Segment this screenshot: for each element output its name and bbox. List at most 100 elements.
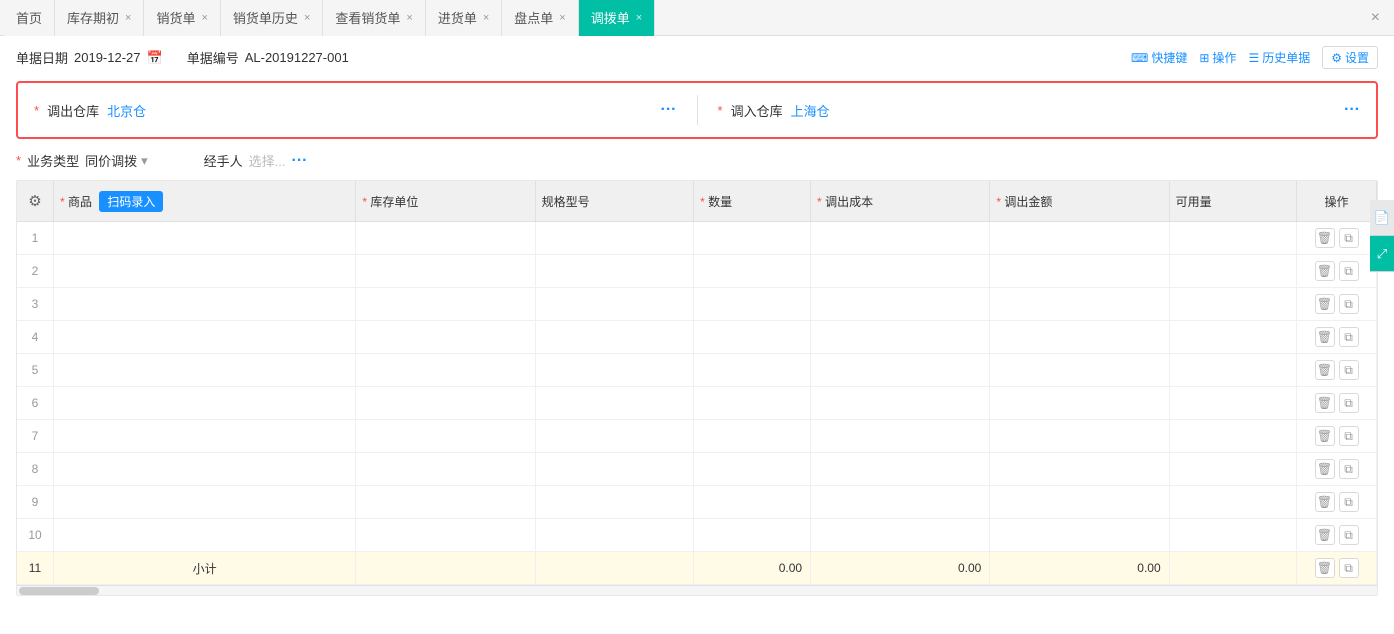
handler-input[interactable]: 选择...: [249, 151, 286, 170]
cell-cost[interactable]: [811, 420, 990, 453]
cell-quantity[interactable]: [694, 486, 811, 519]
cell-spec[interactable]: [535, 354, 693, 387]
cell-quantity[interactable]: [694, 321, 811, 354]
delete-icon[interactable]: 🗑: [1315, 327, 1335, 347]
tab-sales-history[interactable]: 销货单历史 ×: [221, 0, 323, 36]
cell-amount[interactable]: [990, 387, 1169, 420]
copy-icon[interactable]: ⧉: [1339, 327, 1359, 347]
cell-amount[interactable]: [990, 255, 1169, 288]
delete-icon[interactable]: 🗑: [1315, 360, 1335, 380]
cell-quantity[interactable]: [694, 387, 811, 420]
cell-unit[interactable]: [356, 288, 535, 321]
tab-inventory-count-close[interactable]: ×: [559, 12, 565, 24]
copy-icon[interactable]: ⧉: [1339, 525, 1359, 545]
cell-product[interactable]: [54, 222, 356, 255]
delete-icon[interactable]: 🗑: [1315, 393, 1335, 413]
cell-available[interactable]: [1169, 222, 1296, 255]
cell-quantity[interactable]: [694, 354, 811, 387]
tab-home[interactable]: 首页: [4, 0, 55, 36]
delete-icon[interactable]: 🗑: [1315, 558, 1335, 578]
history-button[interactable]: ☰ 历史单据: [1248, 49, 1310, 66]
cell-quantity[interactable]: [694, 288, 811, 321]
cell-cost[interactable]: [811, 222, 990, 255]
tab-inventory-init[interactable]: 库存期初 ×: [55, 0, 144, 36]
table-settings-icon[interactable]: ⚙: [23, 189, 47, 213]
business-select[interactable]: 同价调拨 ▾: [85, 151, 148, 170]
delete-icon[interactable]: 🗑: [1315, 459, 1335, 479]
cell-available[interactable]: [1169, 321, 1296, 354]
cell-cost[interactable]: [811, 288, 990, 321]
calendar-icon[interactable]: 📅: [147, 50, 163, 66]
delete-icon[interactable]: 🗑: [1315, 261, 1335, 281]
cell-amount[interactable]: [990, 288, 1169, 321]
cell-available[interactable]: [1169, 288, 1296, 321]
cell-amount[interactable]: [990, 519, 1169, 552]
tab-sales-history-close[interactable]: ×: [304, 12, 310, 24]
cell-quantity[interactable]: [694, 453, 811, 486]
cell-available[interactable]: [1169, 519, 1296, 552]
delete-icon[interactable]: 🗑: [1315, 525, 1335, 545]
cell-cost[interactable]: [811, 519, 990, 552]
copy-icon[interactable]: ⧉: [1339, 558, 1359, 578]
tab-inventory-init-close[interactable]: ×: [125, 12, 131, 24]
cell-available[interactable]: [1169, 486, 1296, 519]
cell-spec[interactable]: [535, 255, 693, 288]
tab-bar-close-button[interactable]: ×: [1361, 9, 1390, 27]
tab-sales-order-close[interactable]: ×: [201, 12, 207, 24]
tab-sales-order[interactable]: 销货单 ×: [144, 0, 220, 36]
cell-product[interactable]: [54, 519, 356, 552]
tab-view-sales-close[interactable]: ×: [406, 12, 412, 24]
warehouse-in-value[interactable]: 上海仓: [791, 101, 830, 120]
scan-button[interactable]: 扫码录入: [99, 191, 163, 212]
cell-available[interactable]: [1169, 387, 1296, 420]
cell-unit[interactable]: [356, 387, 535, 420]
cell-product[interactable]: [54, 486, 356, 519]
delete-icon[interactable]: 🗑: [1315, 492, 1335, 512]
cell-product[interactable]: [54, 288, 356, 321]
cell-product[interactable]: [54, 255, 356, 288]
cell-spec[interactable]: [535, 486, 693, 519]
cell-quantity[interactable]: [694, 519, 811, 552]
cell-cost[interactable]: [811, 321, 990, 354]
cell-spec[interactable]: [535, 222, 693, 255]
warehouse-in-dots[interactable]: ···: [1344, 101, 1360, 119]
warehouse-out-value[interactable]: 北京仓: [107, 101, 146, 120]
cell-quantity[interactable]: [694, 255, 811, 288]
cell-amount[interactable]: [990, 222, 1169, 255]
cell-quantity[interactable]: [694, 420, 811, 453]
cell-unit[interactable]: [356, 354, 535, 387]
cell-available[interactable]: [1169, 420, 1296, 453]
cell-spec[interactable]: [535, 387, 693, 420]
copy-icon[interactable]: ⧉: [1339, 492, 1359, 512]
tab-view-sales[interactable]: 查看销货单 ×: [323, 0, 425, 36]
cell-amount[interactable]: [990, 486, 1169, 519]
copy-icon[interactable]: ⧉: [1339, 261, 1359, 281]
cell-product[interactable]: [54, 453, 356, 486]
cell-amount[interactable]: [990, 354, 1169, 387]
side-icon-expand[interactable]: ⤢: [1370, 236, 1394, 272]
cell-cost[interactable]: [811, 387, 990, 420]
delete-icon[interactable]: 🗑: [1315, 426, 1335, 446]
side-icon-doc[interactable]: 📄: [1370, 200, 1394, 236]
tab-transfer-order-close[interactable]: ×: [636, 12, 642, 24]
cell-amount[interactable]: [990, 420, 1169, 453]
cell-spec[interactable]: [535, 288, 693, 321]
cell-unit[interactable]: [356, 222, 535, 255]
cell-available[interactable]: [1169, 255, 1296, 288]
cell-amount[interactable]: [990, 453, 1169, 486]
copy-icon[interactable]: ⧉: [1339, 360, 1359, 380]
tab-purchase-order-close[interactable]: ×: [483, 12, 489, 24]
cell-spec[interactable]: [535, 453, 693, 486]
cell-cost[interactable]: [811, 354, 990, 387]
warehouse-out-dots[interactable]: ···: [661, 101, 677, 119]
cell-product[interactable]: [54, 420, 356, 453]
cell-product[interactable]: [54, 321, 356, 354]
cell-cost[interactable]: [811, 453, 990, 486]
cell-unit[interactable]: [356, 486, 535, 519]
cell-quantity[interactable]: [694, 222, 811, 255]
cell-product[interactable]: [54, 387, 356, 420]
copy-icon[interactable]: ⧉: [1339, 228, 1359, 248]
cell-spec[interactable]: [535, 321, 693, 354]
tab-transfer-order[interactable]: 调拨单 ×: [579, 0, 655, 36]
scroll-thumb[interactable]: [19, 587, 99, 595]
